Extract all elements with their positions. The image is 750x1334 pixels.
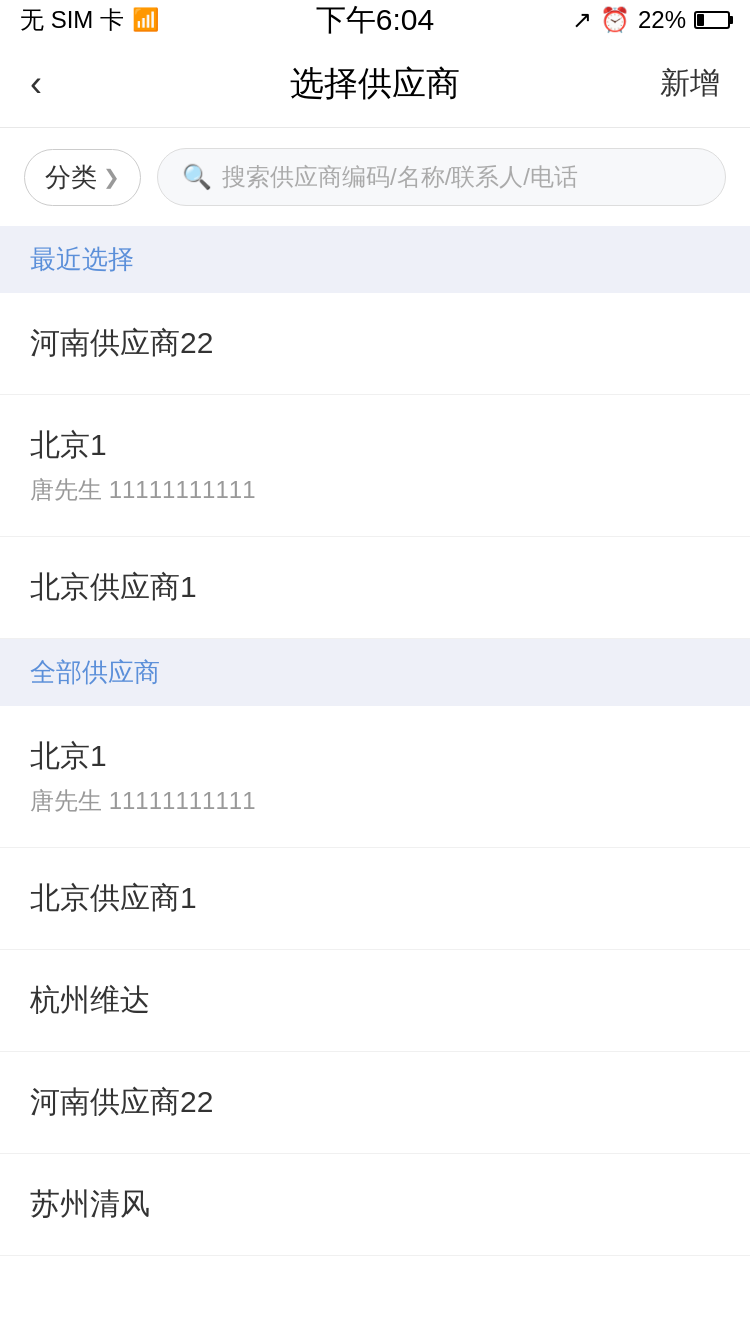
- add-button[interactable]: 新增: [660, 63, 720, 104]
- list-item[interactable]: 北京供应商1: [0, 537, 750, 639]
- item-name: 河南供应商22: [30, 323, 720, 364]
- status-right: ↗ ⏰ 22%: [572, 6, 730, 34]
- status-time: 下午6:04: [316, 0, 434, 41]
- section-header-all: 全部供应商: [0, 639, 750, 706]
- no-sim-text: 无 SIM 卡: [20, 4, 124, 36]
- item-name: 北京供应商1: [30, 567, 720, 608]
- category-label: 分类: [45, 160, 97, 195]
- item-name: 杭州维达: [30, 980, 720, 1021]
- wifi-icon: 📶: [132, 7, 159, 33]
- battery-icon: [694, 11, 730, 29]
- list-item[interactable]: 河南供应商22: [0, 293, 750, 395]
- list-item[interactable]: 北京1 唐先生 11111111111: [0, 395, 750, 537]
- list-item[interactable]: 北京1 唐先生 11111111111: [0, 706, 750, 848]
- list-item[interactable]: 河南供应商22: [0, 1052, 750, 1154]
- battery-percent: 22%: [638, 6, 686, 34]
- item-name: 北京1: [30, 736, 720, 777]
- item-name: 河南供应商22: [30, 1082, 720, 1123]
- item-name: 北京供应商1: [30, 878, 720, 919]
- alarm-icon: ⏰: [600, 6, 630, 34]
- list-item[interactable]: 苏州清风: [0, 1154, 750, 1256]
- nav-bar: ‹ 选择供应商 新增: [0, 40, 750, 128]
- page-title: 选择供应商: [90, 61, 660, 107]
- item-name: 苏州清风: [30, 1184, 720, 1225]
- search-icon: 🔍: [182, 163, 212, 191]
- section-header-recent: 最近选择: [0, 226, 750, 293]
- status-left: 无 SIM 卡 📶: [20, 4, 159, 36]
- category-button[interactable]: 分类 ❯: [24, 149, 141, 206]
- chevron-right-icon: ❯: [103, 165, 120, 189]
- status-bar: 无 SIM 卡 📶 下午6:04 ↗ ⏰ 22%: [0, 0, 750, 40]
- list-item[interactable]: 杭州维达: [0, 950, 750, 1052]
- search-placeholder: 搜索供应商编码/名称/联系人/电话: [222, 161, 578, 193]
- filter-bar: 分类 ❯ 🔍 搜索供应商编码/名称/联系人/电话: [0, 128, 750, 226]
- location-icon: ↗: [572, 6, 592, 34]
- item-name: 北京1: [30, 425, 720, 466]
- sections-container: 最近选择河南供应商22 北京1 唐先生 11111111111 北京供应商1 全部供应商…: [0, 226, 750, 1256]
- section-header-text-recent: 最近选择: [30, 244, 134, 274]
- section-header-text-all: 全部供应商: [30, 657, 160, 687]
- search-box[interactable]: 🔍 搜索供应商编码/名称/联系人/电话: [157, 148, 726, 206]
- list-item[interactable]: 北京供应商1: [0, 848, 750, 950]
- item-contact: 唐先生 11111111111: [30, 785, 720, 817]
- back-button[interactable]: ‹: [30, 63, 90, 105]
- item-contact: 唐先生 11111111111: [30, 474, 720, 506]
